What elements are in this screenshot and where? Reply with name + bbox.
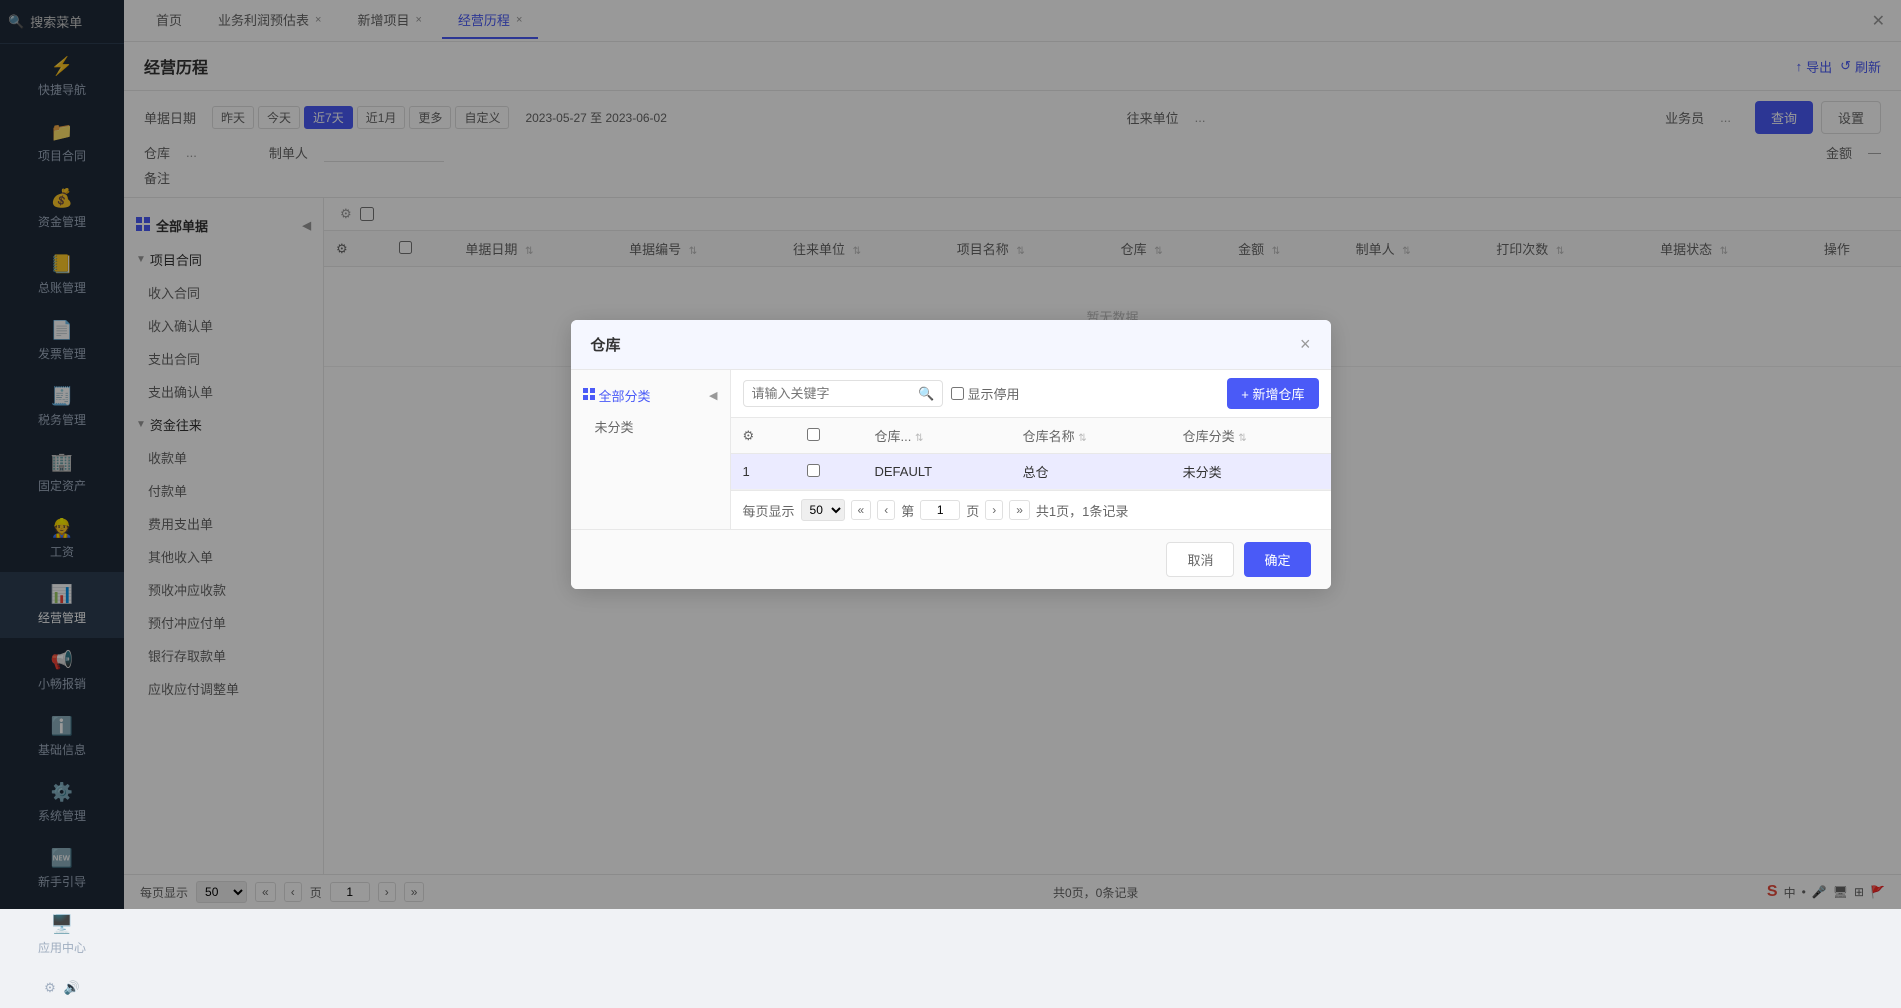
modal-row-checkbox[interactable] (807, 464, 820, 477)
modal-row-checkbox-cell (795, 454, 862, 490)
modal-next-btn[interactable]: › (985, 500, 1003, 520)
modal-table-body: 1 DEFAULT 总仓 未分类 (731, 454, 1331, 490)
modal-title: 仓库 (591, 334, 621, 355)
modal-col-category: 仓库分类 ⇅ (1171, 418, 1331, 454)
modal-close-button[interactable]: × (1300, 334, 1311, 355)
modal-table-head: ⚙ 仓库... ⇅ 仓库名称 ⇅ 仓库分类 ⇅ (731, 418, 1331, 454)
modal-header: 仓库 × (571, 320, 1331, 370)
modal-col-code: 仓库... ⇅ (862, 418, 1010, 454)
modal-page-label-pre: 第 (901, 501, 914, 520)
modal-table-wrap: ⚙ 仓库... ⇅ 仓库名称 ⇅ 仓库分类 ⇅ 1 DEFA (731, 418, 1331, 490)
modal-overlay[interactable]: 仓库 × 全部分类 ◀ 未分类 (0, 0, 1901, 909)
show-disabled-checkbox[interactable] (951, 387, 964, 400)
modal-all-category[interactable]: 全部分类 ◀ (571, 380, 730, 411)
modal-search-icon[interactable]: 🔍 (918, 386, 934, 402)
warehouse-modal: 仓库 × 全部分类 ◀ 未分类 (571, 320, 1331, 589)
modal-last-btn[interactable]: » (1009, 500, 1030, 520)
modal-page-input[interactable] (920, 500, 960, 520)
modal-per-page-label: 每页显示 (743, 501, 795, 520)
add-warehouse-button[interactable]: + 新增仓库 (1227, 378, 1318, 409)
modal-row-name: 总仓 (1011, 454, 1171, 490)
modal-prev-btn[interactable]: ‹ (877, 500, 895, 520)
sidebar-bottom: ⚙ 🔊 (0, 968, 124, 1008)
modal-toolbar: 🔍 显示停用 + 新增仓库 (731, 370, 1331, 418)
modal-th-checkbox[interactable] (807, 428, 820, 441)
modal-footer: 取消 确定 (571, 529, 1331, 589)
modal-category-panel: 全部分类 ◀ 未分类 (571, 370, 731, 529)
modal-row-code: DEFAULT (862, 454, 1010, 490)
all-category-label: 全部分类 (599, 386, 651, 405)
show-disabled-label[interactable]: 显示停用 (951, 384, 1020, 403)
settings-icon[interactable]: ⚙ (44, 980, 56, 996)
modal-right: 🔍 显示停用 + 新增仓库 ⚙ (731, 370, 1331, 529)
modal-total-info: 共1页，1条记录 (1036, 501, 1128, 520)
modal-search-input[interactable] (743, 380, 943, 407)
confirm-button[interactable]: 确定 (1244, 542, 1310, 577)
cancel-button[interactable]: 取消 (1166, 542, 1234, 577)
show-disabled-text: 显示停用 (968, 384, 1020, 403)
apps-icon: 🖥️ (51, 914, 73, 935)
modal-col-name: 仓库名称 ⇅ (1011, 418, 1171, 454)
modal-search-wrap: 🔍 (743, 380, 943, 407)
collapse-modal-left-icon[interactable]: ◀ (709, 389, 717, 402)
modal-page-label: 页 (966, 501, 979, 520)
modal-col-settings: ⚙ (731, 418, 796, 454)
modal-category-unclassified[interactable]: 未分类 (571, 411, 730, 442)
modal-row-index: 1 (731, 454, 796, 490)
modal-col-checkbox (795, 418, 862, 454)
modal-body: 全部分类 ◀ 未分类 🔍 显示停用 + 新增仓库 (571, 370, 1331, 529)
table-row[interactable]: 1 DEFAULT 总仓 未分类 (731, 454, 1331, 490)
modal-pagination: 每页显示 50 « ‹ 第 页 › » 共1页，1条记录 (731, 490, 1331, 529)
modal-row-category: 未分类 (1171, 454, 1331, 490)
modal-first-btn[interactable]: « (851, 500, 872, 520)
modal-per-page-select[interactable]: 50 (801, 499, 845, 521)
category-grid-icon (583, 388, 595, 403)
sidebar-item-label: 应用中心 (38, 939, 86, 956)
modal-table: ⚙ 仓库... ⇅ 仓库名称 ⇅ 仓库分类 ⇅ 1 DEFA (731, 418, 1331, 490)
sidebar-item-apps[interactable]: 🖥️ 应用中心 (0, 902, 124, 968)
sound-icon[interactable]: 🔊 (64, 980, 80, 996)
